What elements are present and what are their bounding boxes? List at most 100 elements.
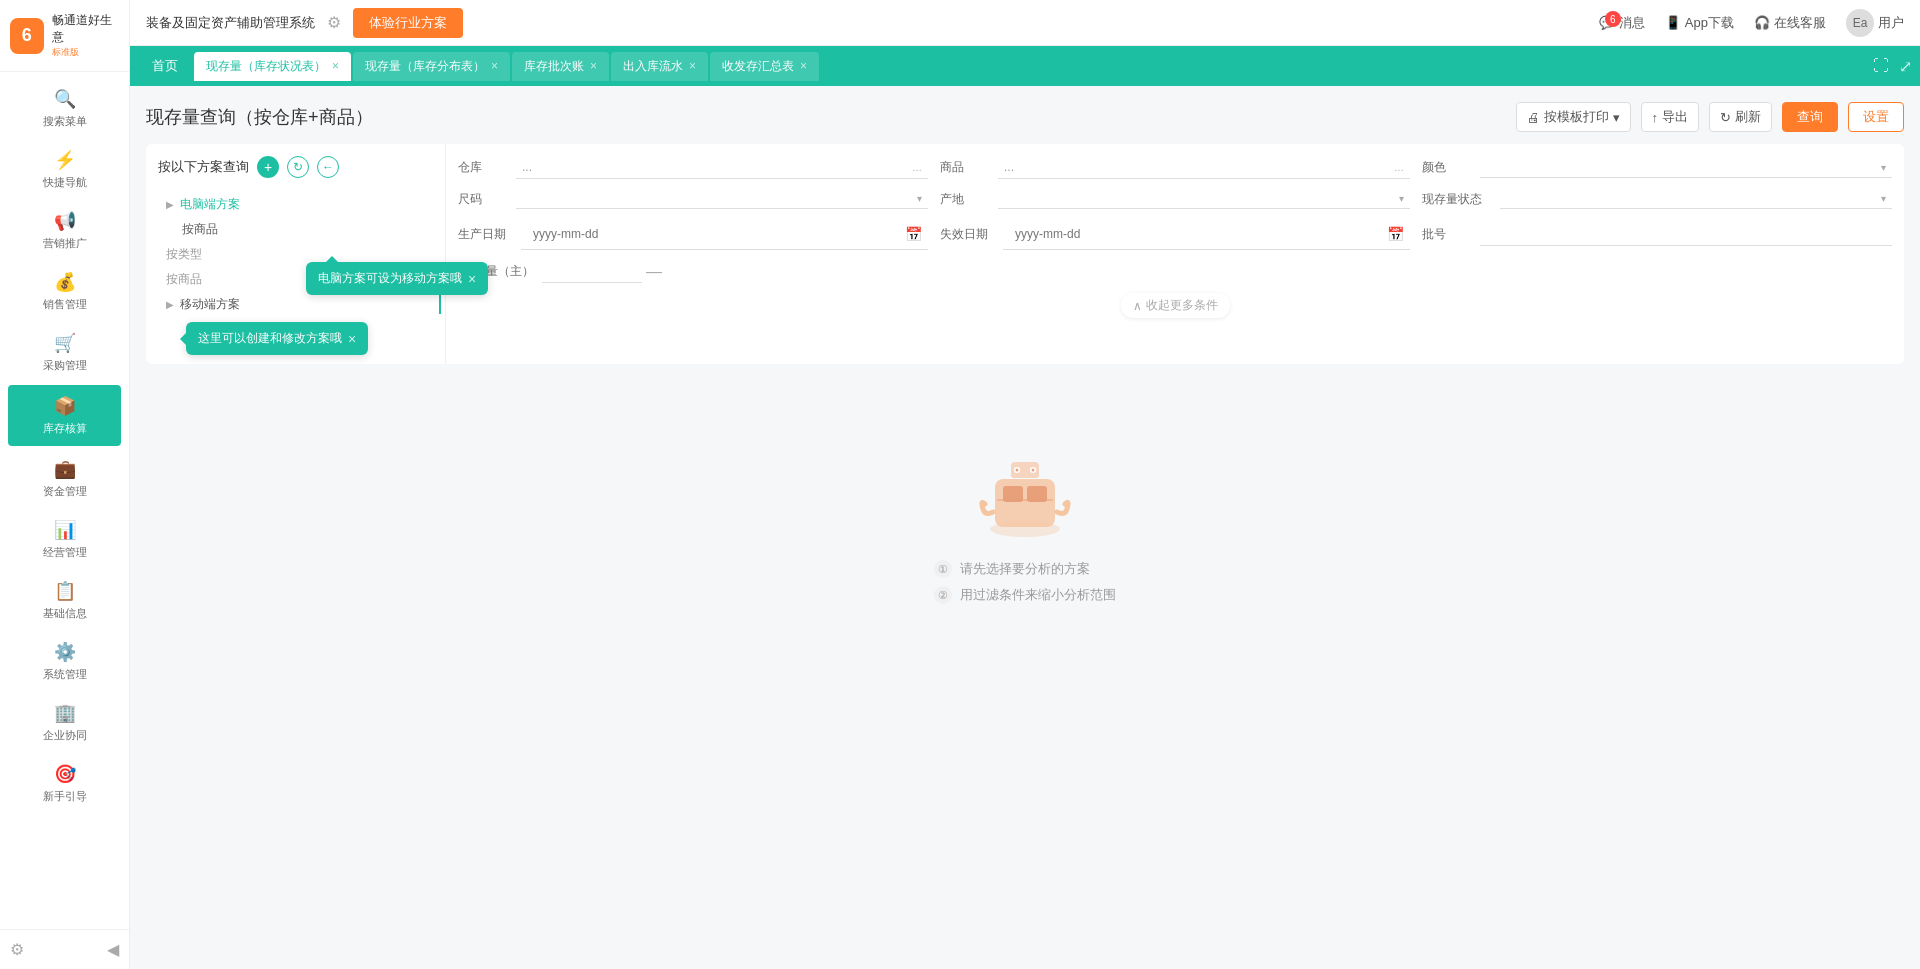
sidebar-item-finance[interactable]: 💼 资金管理: [0, 448, 129, 509]
page-title: 现存量查询（按仓库+商品）: [146, 105, 373, 129]
product-label: 商品: [940, 159, 990, 176]
empty-illustration: [965, 444, 1085, 544]
main-content: 装备及固定资产辅助管理系统 ⚙ 体验行业方案 💬 6 消息 📱 App下载 🎧 …: [130, 0, 1920, 969]
sidebar-item-marketing[interactable]: 📢 营销推广: [0, 200, 129, 261]
sidebar-item-system[interactable]: ⚙️ 系统管理: [0, 631, 129, 692]
select-chevron-icon: ▾: [1881, 162, 1886, 173]
sidebar-item-inventory[interactable]: 📦 库存核算: [8, 385, 121, 446]
box-icon: 📦: [54, 395, 76, 417]
app-download-button[interactable]: 📱 App下载: [1665, 14, 1734, 32]
color-select[interactable]: ▾: [1480, 158, 1892, 178]
gear-icon: ⚙️: [54, 641, 76, 663]
tooltip-scheme-mobile: 电脑方案可设为移动方案哦 ×: [306, 262, 488, 295]
sidebar-bottom: ⚙ ◀: [0, 929, 129, 969]
filter-size: 尺码 ▾: [458, 189, 928, 209]
calendar-icon-2[interactable]: 📅: [1387, 226, 1404, 242]
inv-status-chevron: ▾: [1881, 193, 1886, 204]
message-button[interactable]: 💬 6 消息: [1599, 14, 1645, 32]
export-icon: ↑: [1652, 110, 1659, 125]
tab-close-icon[interactable]: ×: [491, 59, 498, 73]
empty-state: ① 请先选择要分析的方案 ② 用过滤条件来缩小分析范围: [146, 364, 1904, 684]
sidebar-item-guide[interactable]: 🎯 新手引导: [0, 753, 129, 814]
query-button[interactable]: 查询: [1782, 102, 1838, 132]
refresh-button[interactable]: ↻ 刷新: [1709, 102, 1772, 132]
online-support-button[interactable]: 🎧 在线客服: [1754, 14, 1826, 32]
filter-product: 商品 ... …: [940, 156, 1410, 179]
sidebar-item-search-menu[interactable]: 🔍 搜索菜单: [0, 78, 129, 139]
sidebar-item-operations[interactable]: 📊 经营管理: [0, 509, 129, 570]
expiry-date-input[interactable]: [1009, 223, 1383, 245]
filter-inventory-status: 现存量状态 ▾: [1422, 189, 1892, 209]
arrow-scheme-button[interactable]: ←: [317, 156, 339, 178]
size-select[interactable]: ▾: [516, 189, 928, 209]
scheme-category-text: 按商品: [166, 271, 202, 288]
product-select[interactable]: ... …: [998, 156, 1410, 179]
chart-icon: 📊: [54, 519, 76, 541]
tooltip-close-2-icon[interactable]: ×: [348, 331, 356, 347]
tab-close-icon[interactable]: ×: [332, 59, 339, 73]
tab-inventory-status[interactable]: 现存量（库存状况表） ×: [194, 52, 351, 81]
chevron-down-icon: ▾: [1613, 110, 1620, 125]
scheme-desktop-sub1[interactable]: 按商品: [158, 217, 433, 242]
scheme-mobile[interactable]: ▶ 移动端方案: [158, 292, 433, 317]
inventory-status-select[interactable]: ▾: [1500, 189, 1892, 209]
tab-inout-flow[interactable]: 出入库流水 ×: [611, 52, 708, 81]
batch-input[interactable]: [1480, 223, 1892, 246]
sidebar-item-basics[interactable]: 📋 基础信息: [0, 570, 129, 631]
building-icon: 🏢: [54, 702, 76, 724]
settings-bottom-icon[interactable]: ⚙: [10, 940, 24, 959]
export-button[interactable]: ↑ 导出: [1641, 102, 1700, 132]
header: 装备及固定资产辅助管理系统 ⚙ 体验行业方案 💬 6 消息 📱 App下载 🎧 …: [130, 0, 1920, 46]
tip-num-1: ①: [934, 560, 952, 578]
header-right: 💬 6 消息 📱 App下载 🎧 在线客服 Ea 用户: [1599, 9, 1904, 37]
avatar: Ea: [1846, 9, 1874, 37]
tip-num-2: ②: [934, 586, 952, 604]
size-select-chevron: ▾: [917, 193, 922, 204]
scheme-desktop[interactable]: ▶ 电脑端方案: [158, 192, 433, 217]
origin-label: 产地: [940, 191, 990, 208]
sidebar-item-enterprise[interactable]: 🏢 企业协同: [0, 692, 129, 753]
refresh-scheme-button[interactable]: ↻: [287, 156, 309, 178]
add-scheme-button[interactable]: +: [257, 156, 279, 178]
user-menu[interactable]: Ea 用户: [1846, 9, 1904, 37]
print-button[interactable]: 🖨 按模板打印 ▾: [1516, 102, 1631, 132]
trial-button[interactable]: 体验行业方案: [353, 8, 463, 38]
settings-button[interactable]: 设置: [1848, 102, 1904, 132]
warehouse-label: 仓库: [458, 159, 508, 176]
sidebar-item-purchase[interactable]: 🛒 采购管理: [0, 322, 129, 383]
content-area: 现存量查询（按仓库+商品） 🖨 按模板打印 ▾ ↑ 导出 ↻ 刷新 查询 设置: [130, 86, 1920, 969]
tab-home[interactable]: 首页: [138, 51, 192, 81]
tooltip-close-icon[interactable]: ×: [468, 271, 476, 287]
header-gear-icon[interactable]: ⚙: [327, 13, 341, 32]
sidebar-item-sales[interactable]: 💰 销售管理: [0, 261, 129, 322]
production-date-input[interactable]: [527, 223, 901, 245]
inventory-qty-from[interactable]: [542, 260, 642, 283]
production-date-input-wrap: 📅: [521, 219, 928, 250]
empty-icon-wrap: [965, 444, 1085, 544]
tab-maximize-icon[interactable]: ⛶: [1873, 57, 1889, 75]
cart-icon: 🛒: [54, 332, 76, 354]
filter-origin: 产地 ▾: [940, 189, 1410, 209]
tab-collect-summary[interactable]: 收发存汇总表 ×: [710, 52, 819, 81]
svg-point-11: [1032, 469, 1035, 472]
chevron-right-icon: ▶: [166, 199, 174, 210]
calendar-icon[interactable]: 📅: [905, 226, 922, 242]
warehouse-select[interactable]: ... …: [516, 156, 928, 179]
printer-icon: 🖨: [1527, 110, 1540, 125]
sidebar-logo-text: 畅通道好生意 标准版: [52, 12, 119, 59]
clipboard-icon: 📋: [54, 580, 76, 602]
origin-select[interactable]: ▾: [998, 189, 1410, 209]
collapse-button[interactable]: ∧ 收起更多条件: [1121, 293, 1230, 318]
collapse-sidebar-icon[interactable]: ◀: [107, 940, 119, 959]
tab-fullscreen-icon[interactable]: ⤢: [1899, 57, 1912, 76]
tab-batch-account[interactable]: 库存批次账 ×: [512, 52, 609, 81]
sidebar-item-quick-nav[interactable]: ⚡ 快捷导航: [0, 139, 129, 200]
svg-point-10: [1016, 469, 1019, 472]
tab-inventory-dist[interactable]: 现存量（库存分布表） ×: [353, 52, 510, 81]
tab-close-icon[interactable]: ×: [689, 59, 696, 73]
filter-row-4: 现存量（主） —: [458, 260, 1892, 283]
tab-close-icon[interactable]: ×: [590, 59, 597, 73]
tabs-right-actions: ⛶ ⤢: [1873, 57, 1912, 76]
tab-close-icon[interactable]: ×: [800, 59, 807, 73]
expiry-date-label: 失效日期: [940, 226, 995, 243]
